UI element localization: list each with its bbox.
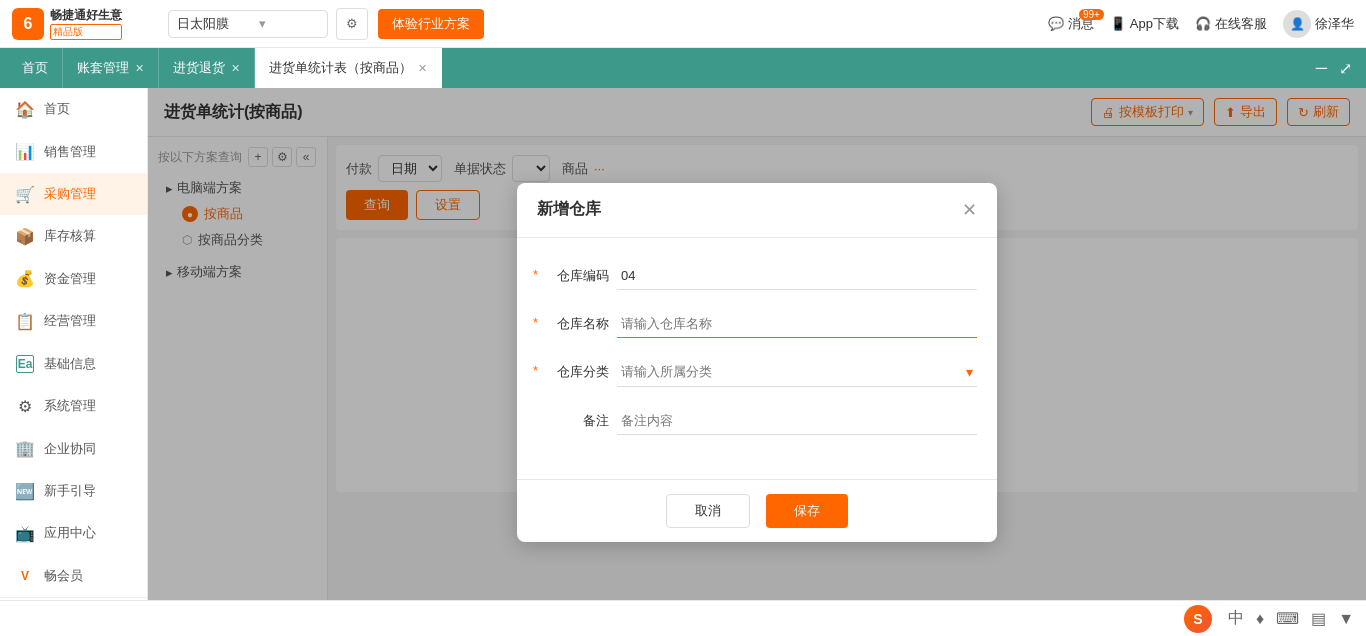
modal-footer: 取消 保存 bbox=[517, 479, 997, 542]
bottom-bar: S 中 ♦ ⌨ ▤ ▼ bbox=[0, 600, 1366, 636]
warehouse-name-row: 仓库名称 bbox=[537, 310, 977, 338]
search-dropdown-icon[interactable]: ▾ bbox=[259, 16, 266, 31]
tab-bar: 首页 账套管理 ✕ 进货退货 ✕ 进货单统计表（按商品） ✕ ─ ⤢ bbox=[0, 48, 1366, 88]
modal-body: 仓库编码 仓库名称 仓库分类 ▾ bbox=[517, 238, 997, 479]
message-button[interactable]: 💬 消息 99+ bbox=[1048, 15, 1094, 33]
sidebar-item-purchase[interactable]: 🛒 采购管理 bbox=[0, 173, 147, 215]
app-download-button[interactable]: 📱 App下载 bbox=[1110, 15, 1179, 33]
warehouse-category-label: 仓库分类 bbox=[537, 363, 617, 381]
purchase-icon: 🛒 bbox=[16, 185, 34, 203]
message-badge: 99+ bbox=[1079, 9, 1104, 20]
warehouse-name-input[interactable] bbox=[617, 310, 977, 338]
note-label: 备注 bbox=[537, 412, 617, 430]
warehouse-category-input[interactable] bbox=[621, 364, 966, 379]
inventory-icon: 📦 bbox=[16, 227, 34, 245]
warehouse-category-select-row: ▾ bbox=[617, 358, 977, 387]
finance-icon: 💰 bbox=[16, 270, 34, 288]
search-text: 日太阳膜 bbox=[177, 15, 229, 33]
system-icon: ⚙ bbox=[16, 397, 34, 415]
sidebar-item-base[interactable]: Ea 基础信息 bbox=[0, 343, 147, 385]
online-service-button[interactable]: 🎧 在线客服 bbox=[1195, 15, 1267, 33]
note-row: 备注 bbox=[537, 407, 977, 435]
save-button[interactable]: 保存 bbox=[766, 494, 848, 528]
note-input[interactable] bbox=[617, 407, 977, 435]
settings-button[interactable]: ⚙ bbox=[336, 8, 368, 40]
tab-purchase-return-close[interactable]: ✕ bbox=[231, 62, 240, 75]
sidebar: 🏠 首页 📊 销售管理 🛒 采购管理 📦 库存核算 💰 资金管理 📋 经营管理 … bbox=[0, 88, 148, 636]
mobile-icon: 📱 bbox=[1110, 16, 1126, 31]
content-area: 进货单统计(按商品) 🖨 按模板打印 ▾ ⬆ 导出 ↻ 刷新 bbox=[148, 88, 1366, 636]
sound-icon[interactable]: ♦ bbox=[1256, 610, 1264, 628]
modal-title: 新增仓库 bbox=[537, 199, 601, 220]
logo-icon: 6 bbox=[12, 8, 44, 40]
lang-icon[interactable]: 中 bbox=[1228, 608, 1244, 629]
s-logo-icon: S bbox=[1184, 605, 1212, 633]
warehouse-code-label: 仓库编码 bbox=[537, 267, 617, 285]
warehouse-code-row: 仓库编码 bbox=[537, 262, 977, 290]
add-warehouse-modal: 新增仓库 ✕ 仓库编码 仓库名称 仓库 bbox=[517, 183, 997, 542]
sidebar-item-guide[interactable]: 🆕 新手引导 bbox=[0, 470, 147, 512]
enterprise-icon: 🏢 bbox=[16, 440, 34, 458]
keyboard-icon[interactable]: ⌨ bbox=[1276, 609, 1299, 628]
tab-accounts[interactable]: 账套管理 ✕ bbox=[63, 48, 159, 88]
sales-icon: 📊 bbox=[16, 143, 34, 161]
tab-expand-button[interactable]: ⤢ bbox=[1333, 59, 1358, 78]
vip-icon: V bbox=[16, 567, 34, 585]
sidebar-item-inventory[interactable]: 📦 库存核算 bbox=[0, 215, 147, 257]
main-layout: 🏠 首页 📊 销售管理 🛒 采购管理 📦 库存核算 💰 资金管理 📋 经营管理 … bbox=[0, 88, 1366, 636]
message-icon: 💬 bbox=[1048, 16, 1064, 31]
warehouse-code-input[interactable] bbox=[617, 262, 977, 290]
appcenter-icon: 📺 bbox=[16, 524, 34, 542]
logo-text: 畅捷通好生意 精品版 bbox=[50, 7, 122, 40]
header-search[interactable]: 日太阳膜 ▾ bbox=[168, 10, 328, 38]
sidebar-item-business[interactable]: 📋 经营管理 bbox=[0, 300, 147, 342]
sidebar-item-finance[interactable]: 💰 资金管理 bbox=[0, 258, 147, 300]
base-icon: Ea bbox=[16, 355, 34, 373]
business-icon: 📋 bbox=[16, 312, 34, 330]
tab-accounts-close[interactable]: ✕ bbox=[135, 62, 144, 75]
tab-purchase-return[interactable]: 进货退货 ✕ bbox=[159, 48, 255, 88]
tab-home[interactable]: 首页 bbox=[8, 48, 63, 88]
warehouse-name-label: 仓库名称 bbox=[537, 315, 617, 333]
sidebar-item-appcenter[interactable]: 📺 应用中心 bbox=[0, 512, 147, 554]
sidebar-item-vip[interactable]: V 畅会员 bbox=[0, 555, 147, 597]
warehouse-category-row: 仓库分类 ▾ bbox=[537, 358, 977, 387]
guide-icon: 🆕 bbox=[16, 482, 34, 500]
modal-close-button[interactable]: ✕ bbox=[962, 199, 977, 221]
sidebar-item-enterprise[interactable]: 🏢 企业协同 bbox=[0, 427, 147, 469]
sidebar-item-sales[interactable]: 📊 销售管理 bbox=[0, 130, 147, 172]
tab-purchase-stat-close[interactable]: ✕ bbox=[418, 62, 427, 75]
header-right: 💬 消息 99+ 📱 App下载 🎧 在线客服 👤 徐泽华 bbox=[1048, 10, 1354, 38]
bottom-icons: 中 ♦ ⌨ ▤ ▼ bbox=[1228, 608, 1354, 629]
category-dropdown-icon[interactable]: ▾ bbox=[966, 364, 973, 380]
cancel-button[interactable]: 取消 bbox=[666, 494, 750, 528]
user-profile-button[interactable]: 👤 徐泽华 bbox=[1283, 10, 1354, 38]
trial-button[interactable]: 体验行业方案 bbox=[378, 9, 484, 39]
headset-icon: 🎧 bbox=[1195, 16, 1211, 31]
show-desktop-icon[interactable]: ▼ bbox=[1338, 610, 1354, 628]
logo-area: 6 畅捷通好生意 精品版 bbox=[12, 7, 160, 40]
modal-overlay: 新增仓库 ✕ 仓库编码 仓库名称 仓库 bbox=[148, 88, 1366, 636]
avatar: 👤 bbox=[1283, 10, 1311, 38]
modal-header: 新增仓库 ✕ bbox=[517, 183, 997, 238]
home-icon: 🏠 bbox=[16, 100, 34, 118]
tab-purchase-stat[interactable]: 进货单统计表（按商品） ✕ bbox=[255, 48, 442, 88]
tab-minimize-button[interactable]: ─ bbox=[1310, 59, 1333, 77]
taskbar-icon[interactable]: ▤ bbox=[1311, 609, 1326, 628]
sidebar-item-home[interactable]: 🏠 首页 bbox=[0, 88, 147, 130]
sidebar-item-system[interactable]: ⚙ 系统管理 bbox=[0, 385, 147, 427]
top-header: 6 畅捷通好生意 精品版 日太阳膜 ▾ ⚙ 体验行业方案 💬 消息 99+ 📱 … bbox=[0, 0, 1366, 48]
